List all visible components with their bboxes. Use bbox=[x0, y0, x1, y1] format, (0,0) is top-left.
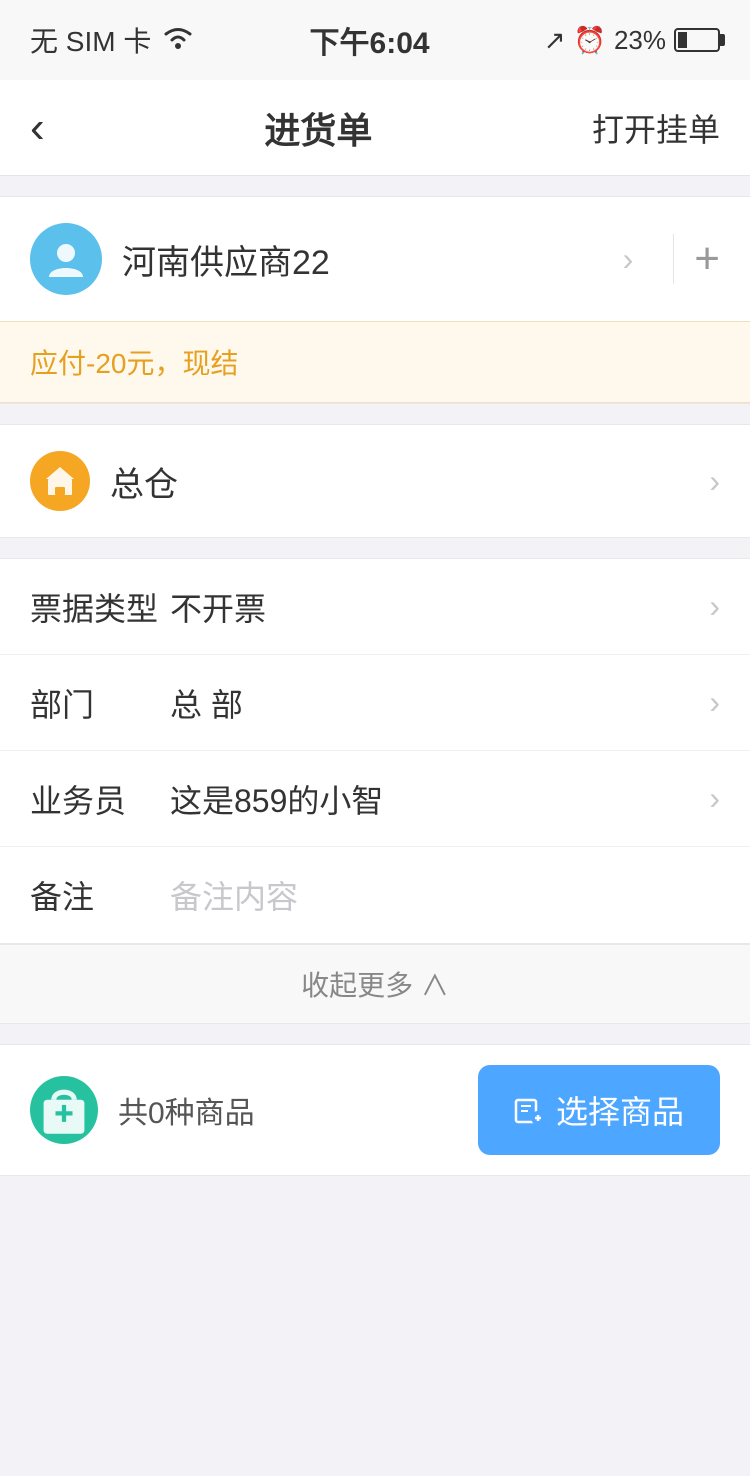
supplier-section: 河南供应商22 › + 应付-20元，现结 bbox=[0, 196, 750, 404]
carrier-text: 无 SIM 卡 bbox=[30, 20, 151, 60]
supplier-name: 河南供应商22 bbox=[122, 235, 623, 284]
invoice-value: 不开票 bbox=[170, 584, 709, 630]
gap-1 bbox=[0, 176, 750, 196]
status-icons: ↗ ⏰ 23% bbox=[544, 25, 720, 56]
open-pending-button[interactable]: 打开挂单 bbox=[592, 105, 720, 151]
page-background bbox=[0, 1176, 750, 1476]
status-bar: 无 SIM 卡 下午6:04 ↗ ⏰ 23% bbox=[0, 0, 750, 80]
supplier-chevron-icon: › bbox=[623, 241, 634, 278]
remark-row[interactable]: 备注 备注内容 bbox=[0, 847, 750, 943]
warehouse-name: 总仓 bbox=[110, 457, 709, 506]
notice-bar: 应付-20元，现结 bbox=[0, 321, 750, 403]
battery-icon bbox=[674, 28, 720, 52]
status-carrier: 无 SIM 卡 bbox=[30, 20, 195, 60]
nav-bar: ‹ 进货单 打开挂单 bbox=[0, 80, 750, 176]
remark-label: 备注 bbox=[30, 872, 170, 918]
warehouse-icon bbox=[30, 451, 90, 511]
alarm-icon: ⏰ bbox=[574, 25, 606, 56]
sales-chevron-icon: › bbox=[709, 780, 720, 817]
sales-row[interactable]: 业务员 这是859的小智 › bbox=[0, 751, 750, 847]
warehouse-chevron-icon: › bbox=[709, 463, 720, 500]
invoice-row[interactable]: 票据类型 不开票 › bbox=[0, 559, 750, 655]
back-button[interactable]: ‹ bbox=[30, 106, 45, 150]
warehouse-section[interactable]: 总仓 › bbox=[0, 424, 750, 538]
supplier-avatar bbox=[30, 223, 102, 295]
dept-value: 总 部 bbox=[170, 680, 709, 726]
collapse-label: 收起更多 ∧ bbox=[301, 964, 449, 1004]
dept-row[interactable]: 部门 总 部 › bbox=[0, 655, 750, 751]
dept-chevron-icon: › bbox=[709, 684, 720, 721]
page-title: 进货单 bbox=[264, 102, 372, 154]
invoice-label: 票据类型 bbox=[30, 584, 170, 630]
sales-value: 这是859的小智 bbox=[170, 776, 709, 822]
battery-pct: 23% bbox=[614, 25, 666, 56]
sales-label: 业务员 bbox=[30, 776, 170, 822]
bottom-bar: 共0种商品 选择商品 bbox=[0, 1044, 750, 1176]
notice-text: 应付-20元，现结 bbox=[30, 348, 238, 379]
product-count: 共0种商品 bbox=[118, 1088, 478, 1132]
select-product-label: 选择商品 bbox=[556, 1087, 684, 1133]
select-product-button[interactable]: 选择商品 bbox=[478, 1065, 720, 1155]
divider bbox=[673, 234, 674, 284]
add-button[interactable]: + bbox=[694, 234, 720, 284]
location-icon: ↗ bbox=[544, 25, 566, 56]
remark-input[interactable]: 备注内容 bbox=[170, 872, 720, 918]
collapse-row[interactable]: 收起更多 ∧ bbox=[0, 944, 750, 1024]
status-time: 下午6:04 bbox=[310, 18, 430, 62]
wifi-icon bbox=[161, 24, 195, 57]
supplier-row[interactable]: 河南供应商22 › + bbox=[0, 197, 750, 321]
dept-label: 部门 bbox=[30, 680, 170, 726]
invoice-chevron-icon: › bbox=[709, 588, 720, 625]
form-section: 票据类型 不开票 › 部门 总 部 › 业务员 这是859的小智 › 备注 备注… bbox=[0, 558, 750, 944]
product-icon bbox=[30, 1076, 98, 1144]
